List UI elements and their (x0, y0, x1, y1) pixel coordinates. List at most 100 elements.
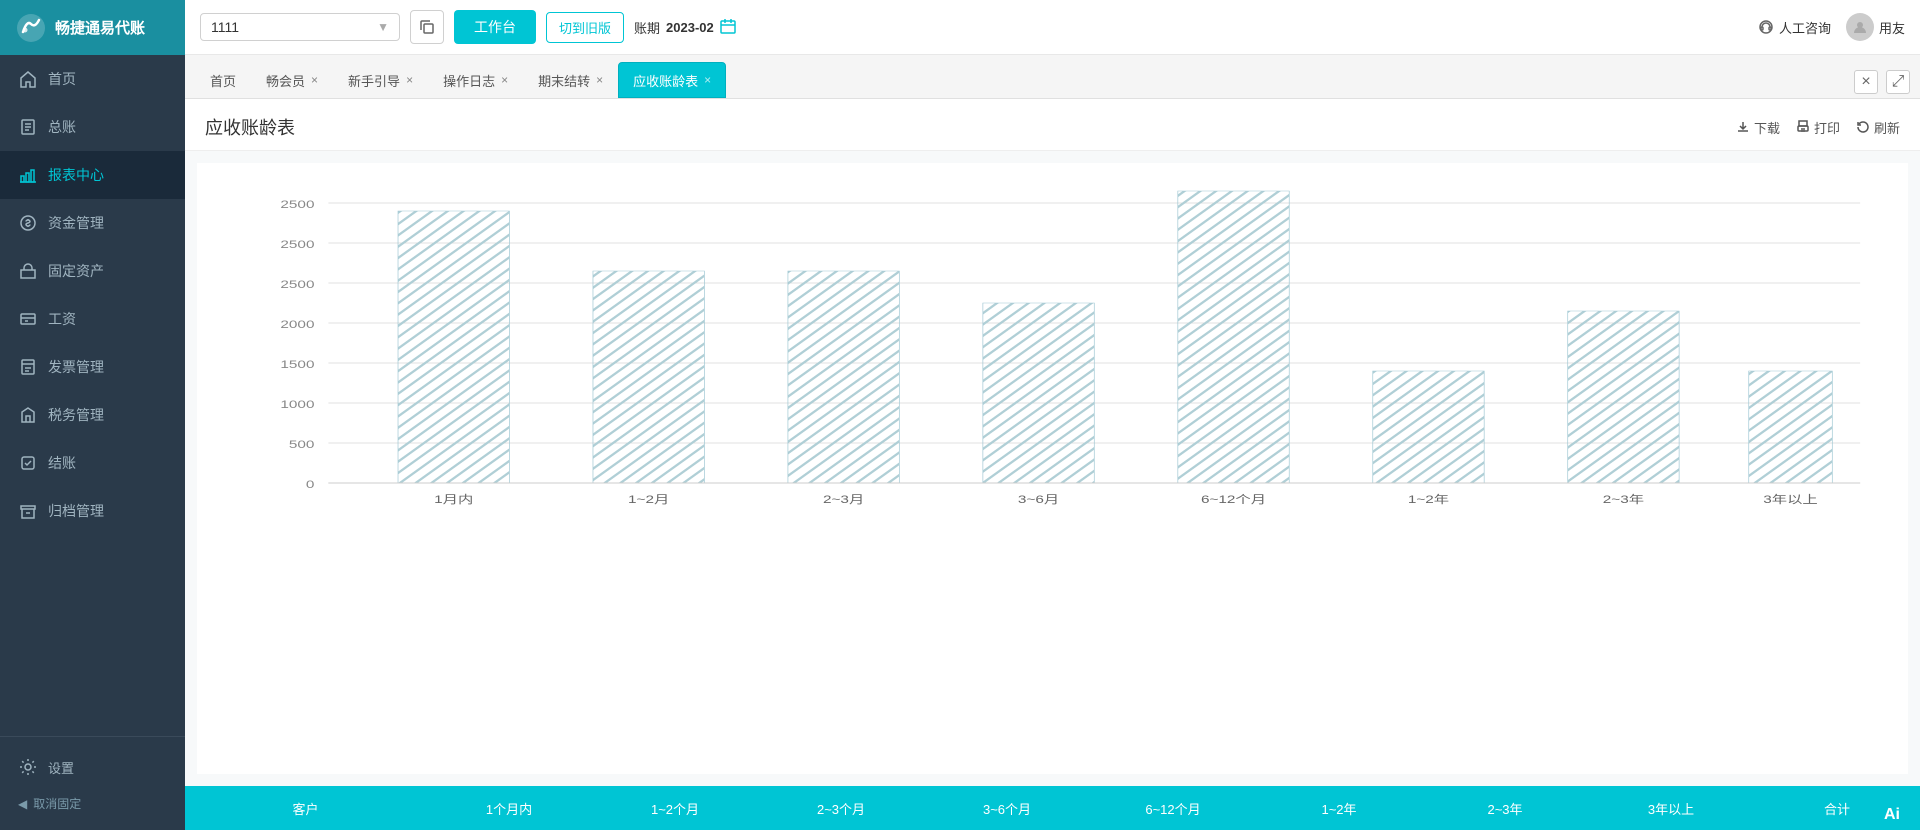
print-btn[interactable]: 打印 (1796, 118, 1840, 137)
page-content: 应收账龄表 下载 打印 刷新 (185, 99, 1920, 830)
svg-text:2~3年: 2~3年 (1603, 493, 1644, 505)
sidebar-nav: 首页 总账 报表中心 资金管理 固定资产 (0, 55, 185, 736)
sidebar-item-assets[interactable]: 固定资产 (0, 247, 185, 295)
tab-aging-label: 应收账龄表 (633, 71, 698, 90)
headset-icon (1758, 19, 1774, 35)
col-1-2m: 1~2个月 (592, 799, 758, 818)
sidebar-item-archive[interactable]: 归档管理 (0, 487, 185, 535)
refresh-label: 刷新 (1874, 118, 1900, 137)
expand-tab-btn[interactable]: ⤢ (1886, 70, 1910, 94)
tab-log[interactable]: 操作日志 × (428, 62, 523, 98)
main-area: 1111 ▼ 工作台 切到旧版 账期 2023-02 人工咨询 用友 (185, 0, 1920, 830)
tab-guide[interactable]: 新手引导 × (333, 62, 428, 98)
cancel-fixed-label: 取消固定 (33, 795, 81, 812)
svg-text:3年以上: 3年以上 (1763, 493, 1817, 505)
print-label: 打印 (1814, 118, 1840, 137)
col-1-2y: 1~2年 (1256, 799, 1422, 818)
svg-text:6~12个月: 6~12个月 (1201, 493, 1266, 505)
sidebar-item-ledger[interactable]: 总账 (0, 103, 185, 151)
header-right: 人工咨询 用友 (1758, 13, 1905, 41)
tab-closing-close[interactable]: × (596, 74, 603, 86)
sidebar-item-archive-label: 归档管理 (48, 501, 104, 521)
copy-icon (419, 19, 435, 35)
consult-label: 人工咨询 (1779, 18, 1831, 37)
tab-member-close[interactable]: × (311, 74, 318, 86)
app-header: 1111 ▼ 工作台 切到旧版 账期 2023-02 人工咨询 用友 (185, 0, 1920, 55)
tab-aging[interactable]: 应收账龄表 × (618, 62, 726, 98)
col-6-12m: 6~12个月 (1090, 799, 1256, 818)
tab-closing[interactable]: 期末结转 × (523, 62, 618, 98)
consult-btn[interactable]: 人工咨询 (1758, 18, 1831, 37)
app-logo: 畅捷通易代账 (0, 0, 185, 55)
tab-guide-close[interactable]: × (406, 74, 413, 86)
sidebar-item-closing-label: 结账 (48, 453, 76, 473)
sidebar-bottom: 设置 ◀ 取消固定 (0, 736, 185, 830)
period-label: 账期 2023-02 (634, 18, 736, 37)
close-tab-btn[interactable]: × (1854, 70, 1878, 94)
download-btn[interactable]: 下载 (1736, 118, 1780, 137)
sidebar-item-settings[interactable]: 设置 (0, 747, 185, 787)
svg-text:1月内: 1月内 (434, 493, 473, 505)
tax-icon (18, 405, 38, 425)
tab-member[interactable]: 畅会员 × (251, 62, 333, 98)
chart-container: 2500 2500 2500 2000 1500 1000 500 0 1月内 … (197, 163, 1908, 774)
tabs-actions: × ⤢ (1854, 70, 1910, 98)
calendar-icon[interactable] (720, 18, 736, 37)
tab-log-close[interactable]: × (501, 74, 508, 86)
sidebar-item-salary-label: 工资 (48, 309, 76, 329)
sidebar-item-home[interactable]: 首页 (0, 55, 185, 103)
svg-text:2500: 2500 (280, 278, 314, 290)
version-switch-button[interactable]: 切到旧版 (546, 12, 624, 43)
sidebar-item-salary[interactable]: 工资 (0, 295, 185, 343)
svg-text:1~2年: 1~2年 (1408, 493, 1449, 505)
sidebar-item-funds[interactable]: 资金管理 (0, 199, 185, 247)
bar-chart: 2500 2500 2500 2000 1500 1000 500 0 1月内 … (217, 183, 1888, 543)
period-text: 账期 (634, 18, 660, 37)
reports-icon (18, 165, 38, 185)
tab-closing-label: 期末结转 (538, 71, 590, 90)
refresh-btn[interactable]: 刷新 (1856, 118, 1900, 137)
svg-text:2~3月: 2~3月 (823, 493, 864, 505)
sidebar: 畅捷通易代账 首页 总账 报表中心 资金管理 (0, 0, 185, 830)
avatar (1846, 13, 1874, 41)
user-name: 用友 (1879, 18, 1905, 37)
sidebar-item-settings-label: 设置 (48, 758, 74, 777)
sidebar-item-tax[interactable]: 税务管理 (0, 391, 185, 439)
page-header: 应收账龄表 下载 打印 刷新 (185, 99, 1920, 151)
ai-badge[interactable]: Ai (1864, 800, 1920, 830)
svg-text:3~6月: 3~6月 (1018, 493, 1059, 505)
sidebar-item-invoice-label: 发票管理 (48, 357, 104, 377)
invoice-icon (18, 357, 38, 377)
cancel-fixed-btn[interactable]: ◀ 取消固定 (0, 787, 185, 820)
svg-text:0: 0 (306, 478, 315, 490)
sidebar-item-assets-label: 固定资产 (48, 261, 104, 281)
page-title: 应收账龄表 (205, 114, 295, 140)
company-selector[interactable]: 1111 ▼ (200, 13, 400, 41)
table-header: 客户 1个月内 1~2个月 2~3个月 3~6个月 6~12个月 1~2年 2~… (185, 786, 1920, 830)
tab-home[interactable]: 首页 (195, 62, 251, 98)
ai-badge-label: Ai (1884, 806, 1900, 823)
svg-text:500: 500 (289, 438, 315, 450)
download-label: 下载 (1754, 118, 1780, 137)
funds-icon (18, 213, 38, 233)
sidebar-item-invoice[interactable]: 发票管理 (0, 343, 185, 391)
sidebar-item-reports[interactable]: 报表中心 (0, 151, 185, 199)
col-3y-plus: 3年以上 (1588, 799, 1754, 818)
user-menu[interactable]: 用友 (1846, 13, 1905, 41)
col-2-3m: 2~3个月 (758, 799, 924, 818)
logo-icon (15, 12, 47, 44)
workbench-button[interactable]: 工作台 (454, 10, 536, 44)
sidebar-item-tax-label: 税务管理 (48, 405, 104, 425)
copy-btn[interactable] (410, 10, 444, 44)
svg-text:1000: 1000 (280, 398, 314, 410)
pin-icon: ◀ (18, 797, 27, 811)
tab-home-label: 首页 (210, 71, 236, 90)
sidebar-item-ledger-label: 总账 (48, 117, 76, 137)
ledger-icon (18, 117, 38, 137)
refresh-icon (1856, 120, 1870, 134)
app-name: 畅捷通易代账 (55, 17, 145, 38)
tab-aging-close[interactable]: × (704, 74, 711, 86)
sidebar-item-closing[interactable]: 结账 (0, 439, 185, 487)
tab-guide-label: 新手引导 (348, 71, 400, 90)
col-customer: 客户 (185, 799, 426, 818)
